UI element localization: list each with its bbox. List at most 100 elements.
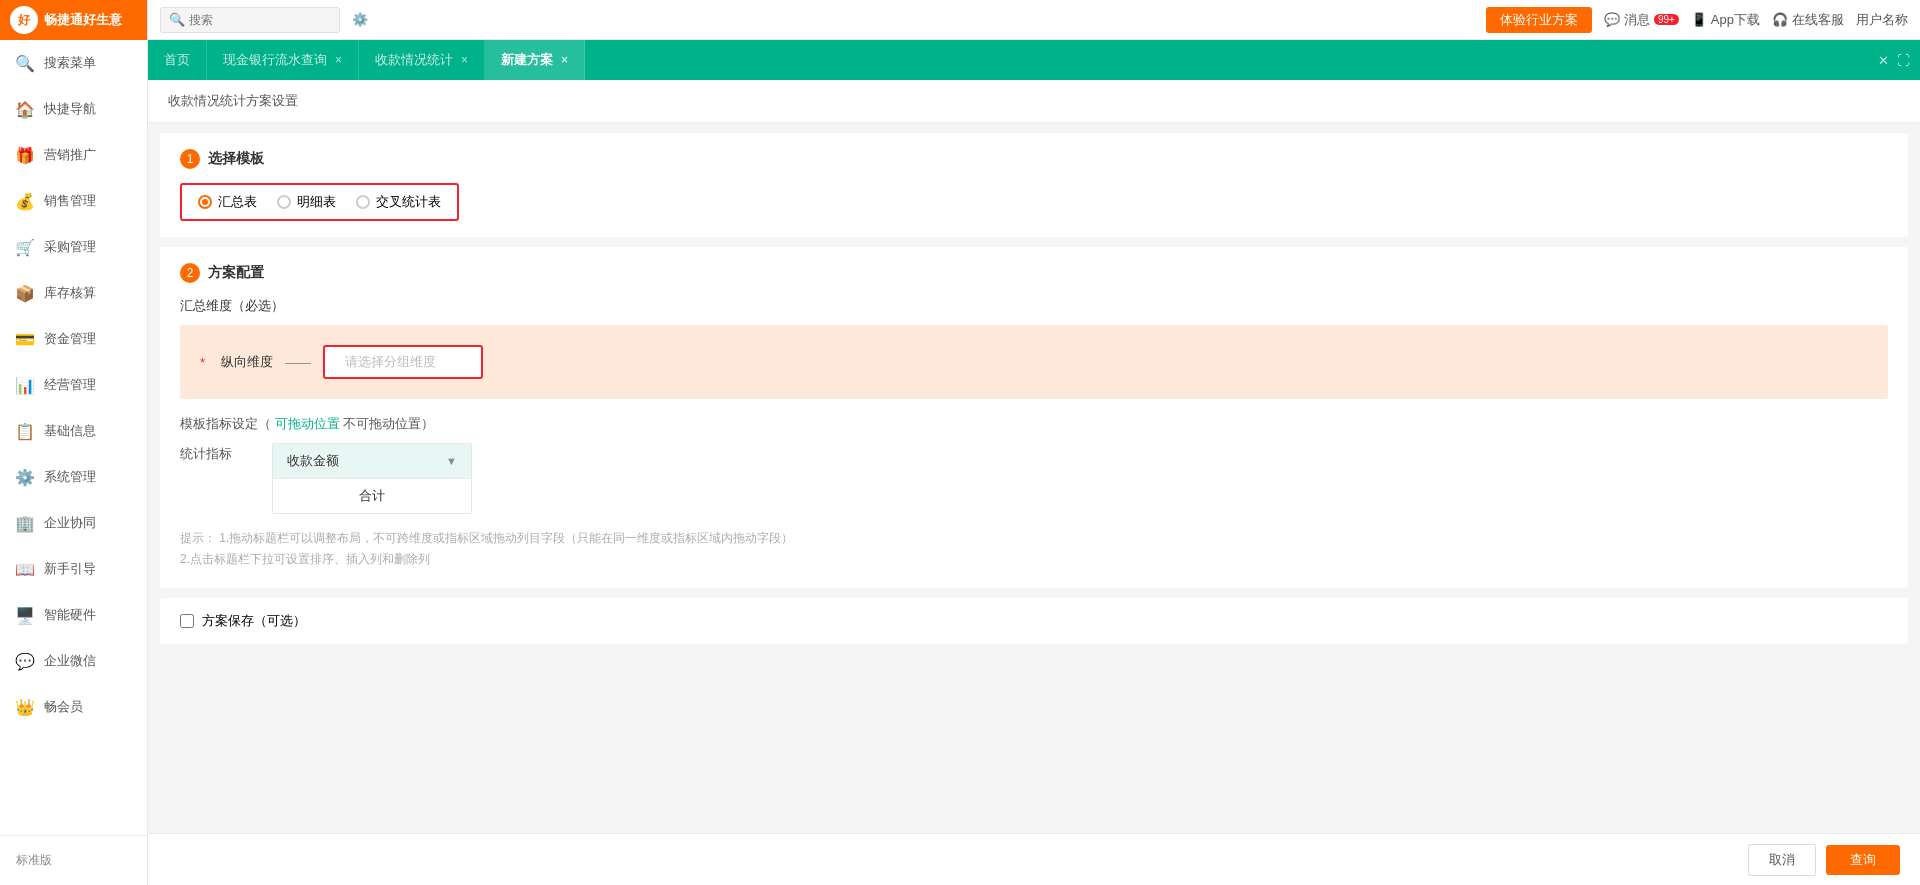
quicknav-icon: 🏠	[16, 100, 34, 118]
tab-cashflow[interactable]: 现金银行流水查询×	[207, 40, 359, 80]
download-action[interactable]: 📱 App下载	[1691, 11, 1760, 29]
query-button[interactable]: 查询	[1826, 845, 1900, 875]
dimension-title: 汇总维度（必选）	[180, 297, 1888, 315]
chevron-down-icon[interactable]: ▼	[446, 455, 457, 467]
tab-label-receivable: 收款情况统计	[375, 51, 453, 69]
edition-label: 标准版	[16, 852, 52, 869]
sidebar-item-finance[interactable]: 💳 资金管理	[0, 316, 147, 362]
tab-close-all-icon[interactable]: ✕	[1878, 53, 1889, 68]
settings-icon[interactable]: ⚙️	[352, 12, 368, 27]
step1-title: 选择模板	[208, 150, 264, 168]
topbar: 🔍 ⚙️ 体验行业方案 💬 消息 99+ 📱 App下载 🎧 在线客服 用户名称	[148, 0, 1920, 40]
service-action[interactable]: 🎧 在线客服	[1772, 11, 1844, 29]
sidebar-item-label-guide: 新手引导	[44, 560, 96, 578]
tab-close-cashflow[interactable]: ×	[335, 53, 342, 67]
sidebar-item-purchase[interactable]: 🛒 采购管理	[0, 224, 147, 270]
sidebar-item-label-search: 搜索菜单	[44, 54, 96, 72]
sidebar-header: 好 畅捷通好生意	[0, 0, 147, 40]
template-option-crosstab[interactable]: 交叉统计表	[356, 193, 441, 211]
page-title: 收款情况统计方案设置	[148, 80, 1920, 123]
tab-home[interactable]: 首页	[148, 40, 207, 80]
corp-icon: 🏢	[16, 514, 34, 532]
sidebar-item-operation[interactable]: 📊 经营管理	[0, 362, 147, 408]
sidebar-item-member[interactable]: 👑 畅会员	[0, 684, 147, 730]
sidebar-item-hardware[interactable]: 🖥️ 智能硬件	[0, 592, 147, 638]
template-label-summary: 汇总表	[218, 193, 257, 211]
step1-section: 1 选择模板 汇总表 明细表 交叉统计表	[160, 133, 1908, 237]
wechat-icon: 💬	[16, 652, 34, 670]
radio-summary[interactable]	[198, 195, 212, 209]
hardware-icon: 🖥️	[16, 606, 34, 624]
search-icon: 🔍	[169, 12, 185, 27]
tips-section: 提示： 1.拖动标题栏可以调整布局，不可跨维度或指标区域拖动列目字段（只能在同一…	[180, 530, 1888, 568]
tab-close-newplan[interactable]: ×	[561, 53, 568, 67]
message-action[interactable]: 💬 消息 99+	[1604, 11, 1679, 29]
purchase-icon: 🛒	[16, 238, 34, 256]
template-label-detail: 明细表	[297, 193, 336, 211]
user-label: 用户名称	[1856, 11, 1908, 29]
indicator-header[interactable]: 收款金额 ▼	[273, 444, 471, 479]
radio-detail[interactable]	[277, 195, 291, 209]
sidebar-item-label-system: 系统管理	[44, 468, 96, 486]
tab-label-newplan: 新建方案	[501, 51, 553, 69]
search-input[interactable]	[189, 13, 319, 27]
step2-title: 方案配置	[208, 264, 264, 282]
app-name: 畅捷通好生意	[44, 11, 122, 29]
sidebar-item-inventory[interactable]: 📦 库存核算	[0, 270, 147, 316]
dimension-title-text: 汇总维度（必选）	[180, 298, 284, 313]
save-checkbox[interactable]	[180, 614, 194, 628]
sidebar-item-search[interactable]: 🔍 搜索菜单	[0, 40, 147, 86]
sidebar-item-basic[interactable]: 📋 基础信息	[0, 408, 147, 454]
sidebar-item-sales[interactable]: 💰 销售管理	[0, 178, 147, 224]
sidebar-menu: 🔍 搜索菜单 🏠 快捷导航 🎁 营销推广 💰 销售管理 🛒 采购管理 📦 库存核…	[0, 40, 147, 835]
guide-icon: 📖	[16, 560, 34, 578]
sidebar-item-marketing[interactable]: 🎁 营销推广	[0, 132, 147, 178]
industry-btn[interactable]: 体验行业方案	[1486, 7, 1592, 33]
sidebar-item-label-wechat: 企业微信	[44, 652, 96, 670]
sidebar-item-label-operation: 经营管理	[44, 376, 96, 394]
download-icon: 📱	[1691, 12, 1707, 27]
tab-close-receivable[interactable]: ×	[461, 53, 468, 67]
step1-label: 1 选择模板	[180, 149, 1888, 169]
sidebar: 好 畅捷通好生意 🔍 搜索菜单 🏠 快捷导航 🎁 营销推广 💰 销售管理 🛒 采…	[0, 0, 148, 885]
indicator-section: 模板指标设定（ 可拖动位置 不可拖动位置） 统计指标 收款金额 ▼	[180, 415, 1888, 514]
stat-label-text: 统计指标	[180, 446, 232, 461]
download-label: App下载	[1711, 11, 1760, 29]
sidebar-item-corp[interactable]: 🏢 企业协同	[0, 500, 147, 546]
user-action[interactable]: 用户名称	[1856, 11, 1908, 29]
sidebar-item-label-finance: 资金管理	[44, 330, 96, 348]
step1-circle: 1	[180, 149, 200, 169]
sidebar-item-label-basic: 基础信息	[44, 422, 96, 440]
operation-icon: 📊	[16, 376, 34, 394]
required-star: *	[200, 355, 205, 370]
sidebar-item-system[interactable]: ⚙️ 系统管理	[0, 454, 147, 500]
indicator-layout: 统计指标 收款金额 ▼ 合计	[180, 443, 1888, 514]
sidebar-item-label-member: 畅会员	[44, 698, 83, 716]
tab-receivable[interactable]: 收款情况统计 ×	[359, 40, 485, 80]
sidebar-item-wechat[interactable]: 💬 企业微信	[0, 638, 147, 684]
save-label: 方案保存（可选）	[202, 612, 306, 630]
finance-icon: 💳	[16, 330, 34, 348]
indicator-total-cell: 合计	[273, 479, 471, 513]
message-label: 消息	[1624, 11, 1650, 29]
radio-crosstab[interactable]	[356, 195, 370, 209]
tip-item: 2.点击标题栏下拉可设置排序、插入列和删除列	[180, 551, 1888, 568]
template-option-detail[interactable]: 明细表	[277, 193, 336, 211]
indicator-label-text: 模板指标设定（	[180, 416, 271, 431]
system-icon: ⚙️	[16, 468, 34, 486]
sidebar-footer: 标准版	[0, 835, 147, 885]
sidebar-item-guide[interactable]: 📖 新手引导	[0, 546, 147, 592]
tip-item: 提示： 1.拖动标题栏可以调整布局，不可跨维度或指标区域拖动列目字段（只能在同一…	[180, 530, 1888, 547]
sidebar-item-label-quicknav: 快捷导航	[44, 100, 96, 118]
sidebar-edition: 标准版	[0, 844, 147, 877]
tab-expand-icon[interactable]: ⛶	[1897, 53, 1910, 68]
tab-newplan[interactable]: 新建方案 ×	[485, 40, 585, 80]
template-option-summary[interactable]: 汇总表	[198, 193, 257, 211]
inventory-icon: 📦	[16, 284, 34, 302]
topbar-search-box[interactable]: 🔍	[160, 7, 340, 33]
bottom-bar: 取消 查询	[148, 833, 1920, 885]
dim-select[interactable]: 请选择分组维度	[323, 345, 483, 379]
tab-label-home: 首页	[164, 51, 190, 69]
sidebar-item-quicknav[interactable]: 🏠 快捷导航	[0, 86, 147, 132]
cancel-button[interactable]: 取消	[1748, 844, 1816, 876]
